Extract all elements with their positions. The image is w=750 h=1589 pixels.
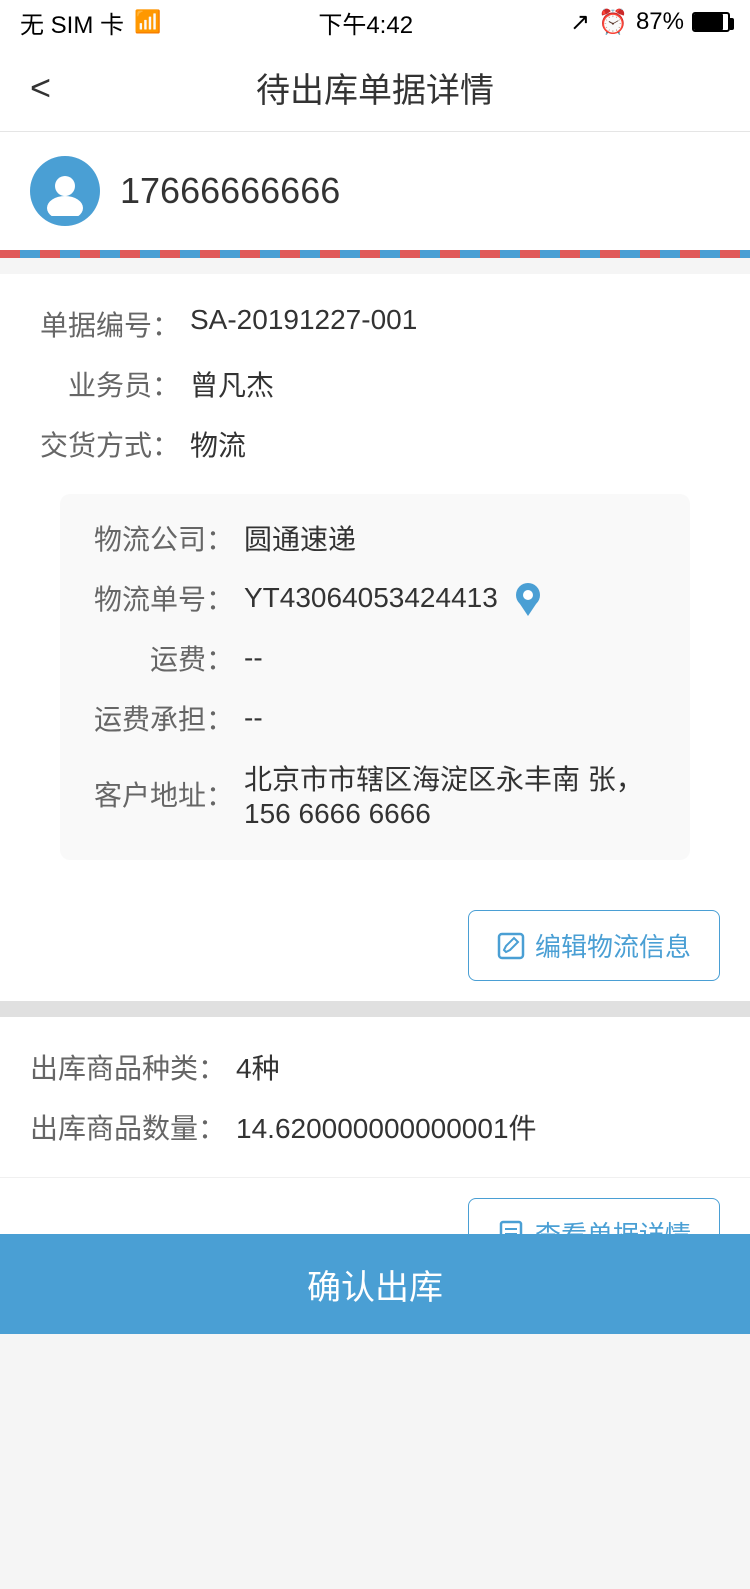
freight-value: --	[244, 642, 666, 674]
order-no-row: 单据编号： SA-20191227-001	[30, 304, 720, 344]
tracking-no-row: 物流单号： YT43064053424413	[84, 578, 666, 618]
page-title: 待出库单据详情	[256, 63, 494, 112]
user-phone: 17666666666	[120, 170, 340, 212]
nav-bar: < 待出库单据详情	[0, 44, 750, 132]
order-no-label: 单据编号：	[30, 304, 180, 344]
freight-bearer-value: --	[244, 702, 666, 734]
product-section: 出库商品种类： 4种 出库商品数量： 14.620000000000001件	[0, 1017, 750, 1177]
salesperson-value: 曾凡杰	[190, 364, 720, 404]
edit-btn-label: 编辑物流信息	[535, 927, 691, 964]
freight-bearer-row: 运费承担： --	[84, 698, 666, 738]
order-no-value: SA-20191227-001	[190, 304, 720, 336]
carrier-label: 无 SIM 卡	[20, 5, 124, 40]
product-type-row: 出库商品种类： 4种	[30, 1047, 720, 1087]
address-label: 客户地址：	[84, 774, 234, 814]
edit-logistics-button[interactable]: 编辑物流信息	[468, 910, 720, 981]
address-row: 客户地址： 北京市市辖区海淀区永丰南 张，156 6666 6666	[84, 758, 666, 830]
salesperson-label: 业务员：	[30, 364, 180, 404]
confirm-button[interactable]: 确认出库	[0, 1234, 750, 1334]
order-info-section: 单据编号： SA-20191227-001 业务员： 曾凡杰 交货方式： 物流 …	[0, 274, 750, 890]
logistics-company-value: 圆通速递	[244, 518, 666, 558]
status-left: 无 SIM 卡 📶	[20, 5, 161, 40]
location-icon: ↗	[570, 8, 590, 37]
address-value: 北京市市辖区海淀区永丰南 张，156 6666 6666	[244, 758, 666, 830]
freight-label: 运费：	[84, 638, 234, 678]
battery-label: 87%	[636, 8, 684, 36]
delivery-type-row: 交货方式： 物流	[30, 424, 720, 464]
product-quantity-value: 14.620000000000001件	[236, 1107, 537, 1147]
logistics-company-row: 物流公司： 圆通速递	[84, 518, 666, 558]
delivery-type-label: 交货方式：	[30, 424, 180, 464]
status-time: 下午4:42	[318, 5, 413, 40]
section-separator	[0, 1001, 750, 1017]
wifi-icon: 📶	[134, 9, 161, 35]
alarm-icon: ⏰	[598, 8, 628, 37]
logistics-company-label: 物流公司：	[84, 518, 234, 558]
confirm-btn-label: 确认出库	[307, 1260, 443, 1309]
back-button[interactable]: <	[30, 67, 90, 109]
salesperson-row: 业务员： 曾凡杰	[30, 364, 720, 404]
status-right: ↗ ⏰ 87%	[570, 8, 730, 37]
product-type-label: 出库商品种类：	[30, 1047, 226, 1087]
edit-btn-wrap: 编辑物流信息	[0, 890, 750, 1001]
avatar-icon	[40, 166, 90, 216]
edit-icon	[497, 932, 525, 960]
product-quantity-label: 出库商品数量：	[30, 1107, 226, 1147]
tracking-no-value: YT43064053424413	[244, 580, 666, 616]
status-bar: 无 SIM 卡 📶 下午4:42 ↗ ⏰ 87%	[0, 0, 750, 44]
product-quantity-row: 出库商品数量： 14.620000000000001件	[30, 1107, 720, 1147]
user-header: 17666666666	[0, 132, 750, 250]
tracking-no-label: 物流单号：	[84, 578, 234, 618]
delivery-type-value: 物流	[190, 424, 720, 464]
dashed-divider	[0, 250, 750, 258]
avatar	[30, 156, 100, 226]
freight-row: 运费： --	[84, 638, 666, 678]
location-pin-icon[interactable]	[510, 580, 546, 616]
product-type-value: 4种	[236, 1047, 280, 1087]
freight-bearer-label: 运费承担：	[84, 698, 234, 738]
logistics-card: 物流公司： 圆通速递 物流单号： YT43064053424413	[60, 494, 690, 860]
battery-icon	[692, 12, 730, 32]
